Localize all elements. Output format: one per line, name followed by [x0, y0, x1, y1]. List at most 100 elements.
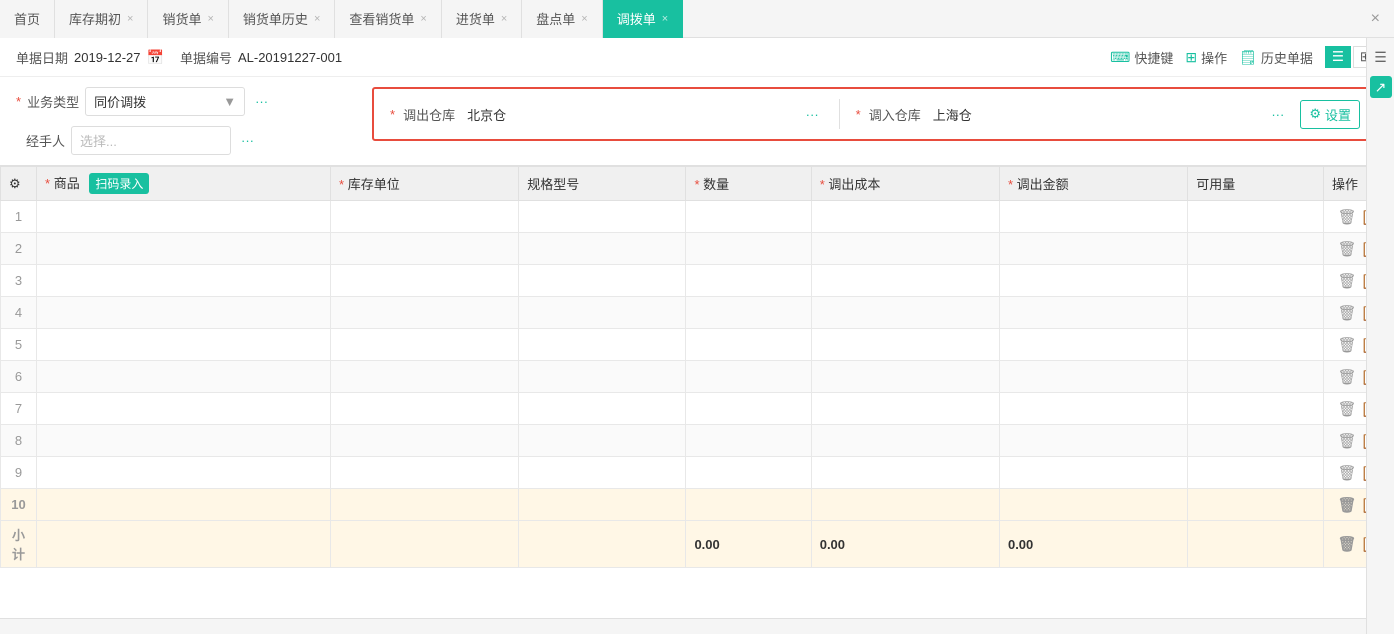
row-amount-4[interactable]	[999, 297, 1187, 329]
tab-transfer-close[interactable]: ×	[662, 13, 668, 25]
row-unit-7[interactable]	[331, 393, 519, 425]
business-type-more[interactable]: ···	[251, 94, 272, 109]
row-available-9[interactable]	[1188, 457, 1324, 489]
row-available-7[interactable]	[1188, 393, 1324, 425]
row-quantity-8[interactable]	[686, 425, 811, 457]
row-unit-2[interactable]	[331, 233, 519, 265]
tab-purchase-order[interactable]: 进货单 ×	[442, 0, 522, 38]
delete-icon-7[interactable]: 🗑	[1338, 400, 1357, 418]
row-product-7[interactable]	[37, 393, 331, 425]
row-unit-8[interactable]	[331, 425, 519, 457]
row-cost-4[interactable]	[811, 297, 999, 329]
row-cost-10[interactable]	[811, 489, 999, 521]
row-quantity-10[interactable]	[686, 489, 811, 521]
tab-inventory-init-close[interactable]: ×	[127, 13, 133, 25]
row-quantity-9[interactable]	[686, 457, 811, 489]
row-cost-9[interactable]	[811, 457, 999, 489]
row-amount-1[interactable]	[999, 201, 1187, 233]
row-spec-8[interactable]	[519, 425, 686, 457]
row-available-4[interactable]	[1188, 297, 1324, 329]
row-available-6[interactable]	[1188, 361, 1324, 393]
calendar-icon[interactable]: 📅	[147, 49, 164, 66]
settings-button[interactable]: ⚙ 设置	[1300, 100, 1360, 129]
row-cost-7[interactable]	[811, 393, 999, 425]
shortcuts-button[interactable]: ⌨ 快捷键	[1110, 48, 1173, 67]
row-available-2[interactable]	[1188, 233, 1324, 265]
row-unit-3[interactable]	[331, 265, 519, 297]
tab-transfer[interactable]: 调拨单 ×	[603, 0, 683, 38]
row-spec-6[interactable]	[519, 361, 686, 393]
delete-icon-8[interactable]: 🗑	[1338, 432, 1357, 450]
row-cost-8[interactable]	[811, 425, 999, 457]
row-quantity-5[interactable]	[686, 329, 811, 361]
row-product-3[interactable]	[37, 265, 331, 297]
row-amount-10[interactable]	[999, 489, 1187, 521]
row-spec-9[interactable]	[519, 457, 686, 489]
row-product-4[interactable]	[37, 297, 331, 329]
row-amount-3[interactable]	[999, 265, 1187, 297]
row-amount-9[interactable]	[999, 457, 1187, 489]
row-available-10[interactable]	[1188, 489, 1324, 521]
sidebar-export-icon[interactable]: ↗	[1370, 76, 1392, 98]
delete-icon-2[interactable]: 🗑	[1338, 240, 1357, 258]
row-spec-4[interactable]	[519, 297, 686, 329]
row-unit-6[interactable]	[331, 361, 519, 393]
delete-icon-3[interactable]: 🗑	[1338, 272, 1357, 290]
row-unit-5[interactable]	[331, 329, 519, 361]
delete-icon-9[interactable]: 🗑	[1338, 464, 1357, 482]
operations-button[interactable]: ⊞ 操作	[1185, 48, 1227, 67]
row-product-6[interactable]	[37, 361, 331, 393]
tab-stocktake[interactable]: 盘点单 ×	[522, 0, 602, 38]
row-amount-5[interactable]	[999, 329, 1187, 361]
tab-sales-order[interactable]: 销货单 ×	[148, 0, 228, 38]
row-quantity-4[interactable]	[686, 297, 811, 329]
row-unit-10[interactable]	[331, 489, 519, 521]
row-product-9[interactable]	[37, 457, 331, 489]
history-button[interactable]: 🗒 历史单据	[1239, 48, 1313, 67]
row-amount-2[interactable]	[999, 233, 1187, 265]
tab-view-sales-close[interactable]: ×	[420, 13, 426, 25]
delete-icon-10[interactable]: 🗑	[1338, 496, 1357, 514]
tab-sales-order-close[interactable]: ×	[207, 13, 213, 25]
view-list-button[interactable]: ☰	[1325, 46, 1351, 68]
delete-icon-1[interactable]: 🗑	[1338, 208, 1357, 226]
row-quantity-2[interactable]	[686, 233, 811, 265]
row-product-2[interactable]	[37, 233, 331, 265]
business-type-select[interactable]: 同价调拨 ▼	[85, 87, 245, 116]
row-unit-1[interactable]	[331, 201, 519, 233]
row-spec-1[interactable]	[519, 201, 686, 233]
row-product-5[interactable]	[37, 329, 331, 361]
row-spec-10[interactable]	[519, 489, 686, 521]
row-amount-7[interactable]	[999, 393, 1187, 425]
row-spec-7[interactable]	[519, 393, 686, 425]
transfer-in-more[interactable]: ···	[1267, 107, 1288, 122]
tab-view-sales[interactable]: 查看销货单 ×	[335, 0, 441, 38]
row-cost-3[interactable]	[811, 265, 999, 297]
tab-stocktake-close[interactable]: ×	[581, 13, 587, 25]
scan-button[interactable]: 扫码录入	[89, 173, 149, 194]
row-spec-5[interactable]	[519, 329, 686, 361]
delete-icon-4[interactable]: 🗑	[1338, 304, 1357, 322]
row-cost-5[interactable]	[811, 329, 999, 361]
row-product-8[interactable]	[37, 425, 331, 457]
delete-icon-5[interactable]: 🗑	[1338, 336, 1357, 354]
row-available-5[interactable]	[1188, 329, 1324, 361]
row-product-1[interactable]	[37, 201, 331, 233]
tab-home[interactable]: 首页	[0, 0, 55, 38]
row-available-8[interactable]	[1188, 425, 1324, 457]
handler-select[interactable]: 选择...	[71, 126, 231, 155]
row-quantity-6[interactable]	[686, 361, 811, 393]
row-cost-6[interactable]	[811, 361, 999, 393]
row-available-3[interactable]	[1188, 265, 1324, 297]
subtotal-delete-icon[interactable]: 🗑	[1338, 535, 1357, 553]
delete-icon-6[interactable]: 🗑	[1338, 368, 1357, 386]
row-available-1[interactable]	[1188, 201, 1324, 233]
tab-sales-history-close[interactable]: ×	[314, 13, 320, 25]
row-amount-6[interactable]	[999, 361, 1187, 393]
row-unit-9[interactable]	[331, 457, 519, 489]
row-amount-8[interactable]	[999, 425, 1187, 457]
transfer-out-more[interactable]: ···	[802, 107, 823, 122]
row-unit-4[interactable]	[331, 297, 519, 329]
window-close-button[interactable]: ×	[1357, 0, 1394, 38]
sidebar-list-icon[interactable]: ☰	[1370, 46, 1392, 68]
